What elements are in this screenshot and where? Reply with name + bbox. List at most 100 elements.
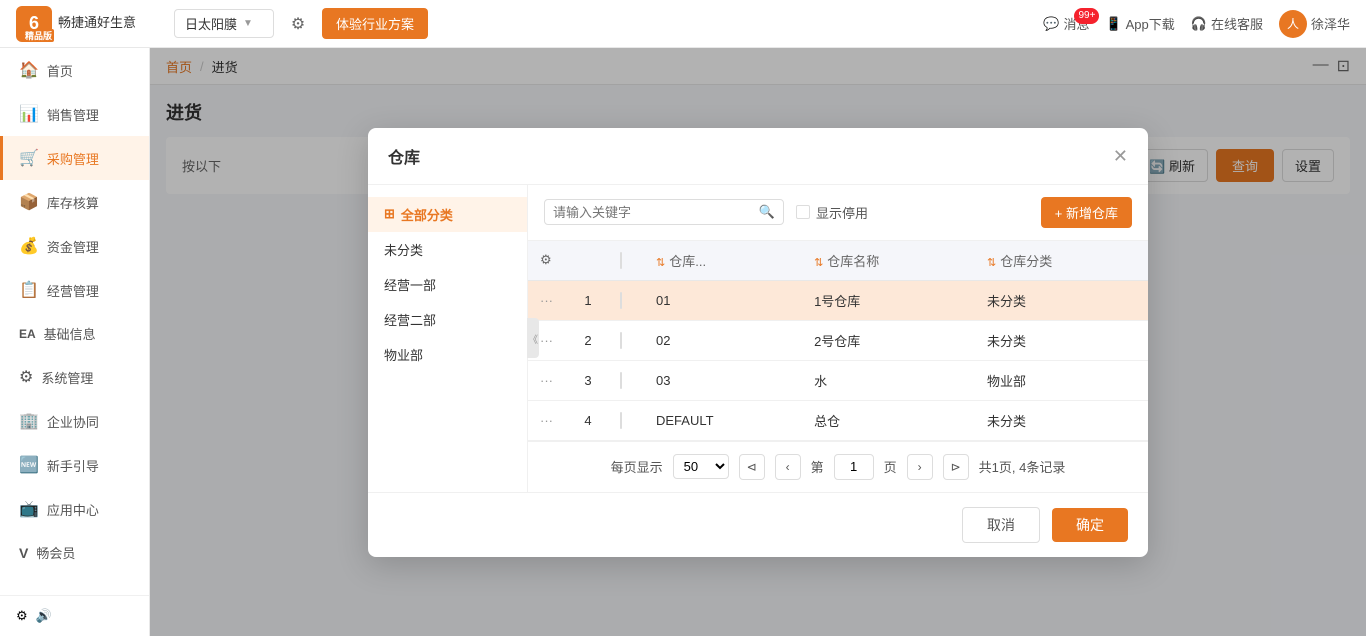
row-checkbox[interactable] <box>620 332 622 349</box>
category-property[interactable]: 物业部 <box>368 337 527 372</box>
sidebar-item-enterprise[interactable]: 🏢 企业协同 <box>0 399 149 443</box>
page-unit-label: 页 <box>884 457 897 476</box>
sidebar-item-sales[interactable]: 📊 销售管理 <box>0 92 149 136</box>
sidebar-item-apps[interactable]: 📺 应用中心 <box>0 487 149 531</box>
member-icon: V <box>19 545 28 561</box>
cell-category: 未分类 <box>975 400 1148 440</box>
app-download-button[interactable]: 📱 App下载 <box>1105 14 1174 33</box>
messages-button[interactable]: 💬 消息 99+ <box>1043 14 1089 33</box>
per-page-select[interactable]: 50 100 <box>673 454 729 479</box>
settings-icon[interactable]: ⚙ <box>282 8 314 40</box>
th-code: ⇅仓库... <box>644 241 802 281</box>
category-dept2[interactable]: 经营二部 <box>368 302 527 337</box>
row-action-icon[interactable]: ··· <box>540 373 553 388</box>
cell-category: 物业部 <box>975 360 1148 400</box>
top-header: 6 精品版 畅捷通好生意 日太阳膜 ▼ ⚙ 体验行业方案 💬 消息 99+ 📱 … <box>0 0 1366 48</box>
cell-name: 总仓 <box>802 400 975 440</box>
app-logo: 6 精品版 <box>16 6 52 42</box>
th-checkbox <box>608 241 644 281</box>
cell-num: 4 <box>568 400 608 440</box>
confirm-button[interactable]: 确定 <box>1052 508 1128 542</box>
first-page-button[interactable]: ⊲ <box>739 454 765 480</box>
dropdown-arrow-icon: ▼ <box>243 18 253 29</box>
sidebar-item-home[interactable]: 🏠 首页 <box>0 48 149 92</box>
category-dept1[interactable]: 经营一部 <box>368 267 527 302</box>
search-input[interactable] <box>553 205 759 220</box>
row-checkbox[interactable] <box>620 412 622 429</box>
cell-code: 03 <box>644 360 802 400</box>
row-checkbox[interactable] <box>620 292 622 309</box>
sidebar-bottom[interactable]: ⚙ 🔊 <box>0 595 149 636</box>
per-page-label: 每页显示 <box>611 457 663 476</box>
brand-text: 畅捷通好生意 <box>58 15 136 32</box>
content-area: 首页 / 进货 — ⊡ 进货 按以下 🖨 打印 📤 导出 <box>150 48 1366 636</box>
total-info: 共1页, 4条记录 <box>979 457 1066 476</box>
sidebar-item-basic[interactable]: EA 基础信息 <box>0 312 149 355</box>
select-all-checkbox[interactable] <box>620 252 622 269</box>
headset-icon: 🎧 <box>1191 16 1207 32</box>
table-row[interactable]: ··· 3 03 水 物业部 <box>528 360 1148 400</box>
system-icon: ⚙ <box>19 367 33 387</box>
show-disabled-label: 显示停用 <box>816 203 868 222</box>
add-warehouse-button[interactable]: + 新增仓库 <box>1041 197 1132 228</box>
cell-name: 1号仓库 <box>802 280 975 320</box>
right-panel: 🔍 显示停用 + 新增仓库 <box>528 185 1148 492</box>
sidebar-item-purchase[interactable]: 🛒 采购管理 <box>0 136 149 180</box>
category-all[interactable]: ⊞ 全部分类 <box>368 197 527 232</box>
sidebar: 🏠 首页 📊 销售管理 🛒 采购管理 📦 库存核算 💰 资金管理 📋 经营管理 … <box>0 48 150 636</box>
sidebar-item-finance[interactable]: 💰 资金管理 <box>0 224 149 268</box>
main-layout: 🏠 首页 📊 销售管理 🛒 采购管理 📦 库存核算 💰 资金管理 📋 经营管理 … <box>0 48 1366 636</box>
modal-close-icon[interactable]: ✕ <box>1113 147 1128 165</box>
store-selector[interactable]: 日太阳膜 ▼ <box>174 9 274 38</box>
inventory-icon: 📦 <box>19 192 39 212</box>
row-action-icon[interactable]: ··· <box>540 293 553 308</box>
home-icon: 🏠 <box>19 60 39 80</box>
cell-code: 01 <box>644 280 802 320</box>
search-icon[interactable]: 🔍 <box>759 204 775 220</box>
table-row[interactable]: ··· 2 02 2号仓库 未分类 <box>528 320 1148 360</box>
next-page-button[interactable]: › <box>907 454 933 480</box>
show-disabled-checkbox[interactable] <box>796 205 810 219</box>
cell-checkbox <box>608 400 644 440</box>
sidebar-item-operations[interactable]: 📋 经营管理 <box>0 268 149 312</box>
row-action-icon[interactable]: ··· <box>540 333 553 348</box>
warehouse-modal: 仓库 ✕ 《 ⊞ 全部分类 未分类 <box>368 128 1148 557</box>
sidebar-item-member[interactable]: V 畅会员 <box>0 531 149 574</box>
category-uncategorized[interactable]: 未分类 <box>368 232 527 267</box>
message-badge: 99+ <box>1074 8 1099 24</box>
page-input[interactable] <box>834 454 874 480</box>
online-service-button[interactable]: 🎧 在线客服 <box>1191 14 1263 33</box>
prev-page-button[interactable]: ‹ <box>775 454 801 480</box>
user-menu[interactable]: 人 徐泽华 <box>1279 10 1350 38</box>
modal-footer: 取消 确定 <box>368 492 1148 557</box>
cell-checkbox <box>608 280 644 320</box>
warehouse-table-wrapper: ⚙ ⇅仓库... ⇅仓库名称 ⇅仓库分类 ··· 1 01 1号仓库 <box>528 241 1148 441</box>
row-checkbox[interactable] <box>620 372 622 389</box>
enterprise-icon: 🏢 <box>19 411 39 431</box>
mobile-icon: 📱 <box>1105 16 1121 32</box>
purchase-icon: 🛒 <box>19 148 39 168</box>
avatar: 人 <box>1279 10 1307 38</box>
category-panel: 《 ⊞ 全部分类 未分类 经营一部 经营二部 <box>368 185 528 492</box>
collapse-panel-button[interactable]: 《 <box>527 318 539 358</box>
cancel-button[interactable]: 取消 <box>962 507 1040 543</box>
modal-header: 仓库 ✕ <box>368 128 1148 185</box>
operations-icon: 📋 <box>19 280 39 300</box>
table-row[interactable]: ··· 4 DEFAULT 总仓 未分类 <box>528 400 1148 440</box>
sidebar-item-system[interactable]: ⚙ 系统管理 <box>0 355 149 399</box>
cell-actions: ··· <box>528 360 568 400</box>
last-page-button[interactable]: ⊳ <box>943 454 969 480</box>
trial-button[interactable]: 体验行业方案 <box>322 8 428 39</box>
cell-num: 2 <box>568 320 608 360</box>
sidebar-item-guide[interactable]: 🆕 新手引导 <box>0 443 149 487</box>
cell-num: 3 <box>568 360 608 400</box>
warehouse-table: ⚙ ⇅仓库... ⇅仓库名称 ⇅仓库分类 ··· 1 01 1号仓库 <box>528 241 1148 441</box>
row-action-icon[interactable]: ··· <box>540 413 553 428</box>
finance-icon: 💰 <box>19 236 39 256</box>
cell-checkbox <box>608 360 644 400</box>
cell-checkbox <box>608 320 644 360</box>
header-right: 💬 消息 99+ 📱 App下载 🎧 在线客服 人 徐泽华 <box>1043 10 1350 38</box>
cell-name: 2号仓库 <box>802 320 975 360</box>
table-row[interactable]: ··· 1 01 1号仓库 未分类 <box>528 280 1148 320</box>
sidebar-item-inventory[interactable]: 📦 库存核算 <box>0 180 149 224</box>
